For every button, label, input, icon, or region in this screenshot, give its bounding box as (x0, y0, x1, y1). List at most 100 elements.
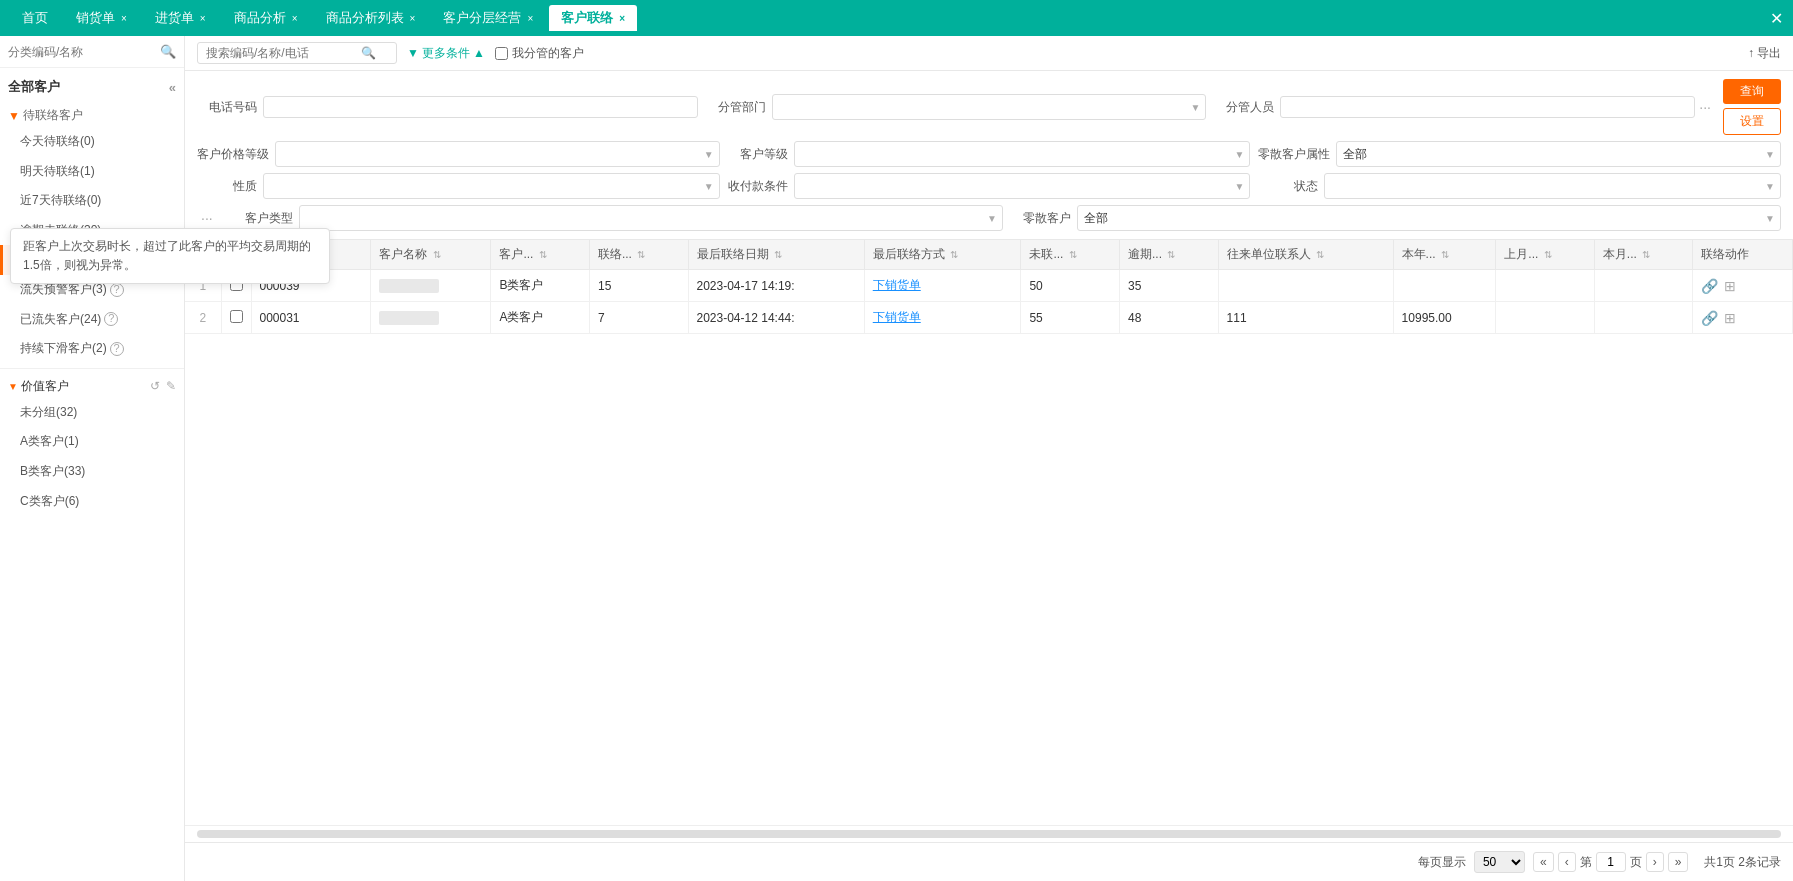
sidebar-search-icon: 🔍 (160, 44, 176, 59)
row-2-link-icon[interactable]: 🔗 (1701, 310, 1718, 326)
col-unit-contact[interactable]: 往来单位联系人 ⇅ (1218, 240, 1393, 270)
filter-manager-more-icon[interactable]: ··· (1695, 99, 1715, 115)
sidebar-item-7days-pending[interactable]: 近7天待联络(0) (0, 186, 184, 216)
row-2-grid-icon[interactable]: ⊞ (1724, 310, 1736, 326)
my-customers-checkbox-area[interactable]: 我分管的客户 (495, 45, 584, 62)
filter-price-select[interactable] (275, 141, 720, 167)
nav-tab-customer-mgmt[interactable]: 客户分层经营 × (431, 5, 545, 31)
row-1-link-icon[interactable]: 🔗 (1701, 278, 1718, 294)
col-this-year[interactable]: 本年... ⇅ (1393, 240, 1496, 270)
sidebar-group-pending-contact[interactable]: ▼ 待联络客户 (0, 102, 184, 127)
export-button[interactable]: ↑ 导出 (1748, 45, 1781, 62)
row-1-contact-method-link[interactable]: 下销货单 (873, 278, 921, 292)
filter-icon: ▼ (407, 46, 419, 60)
col-name[interactable]: 客户名称 ⇅ (371, 240, 491, 270)
nav-tab-analysis-close[interactable]: × (292, 13, 298, 24)
nav-tab-analysis[interactable]: 商品分析 × (222, 5, 310, 31)
sidebar-value-edit-icon[interactable]: ✎ (166, 379, 176, 393)
row-2-contact-method-link[interactable]: 下销货单 (873, 310, 921, 324)
filter-cust-level-select[interactable] (794, 141, 1251, 167)
main-search-icon: 🔍 (361, 46, 376, 60)
row-1-grid-icon[interactable]: ⊞ (1724, 278, 1736, 294)
row-1-unread: 50 (1021, 270, 1120, 302)
per-page-select[interactable]: 50 100 200 (1474, 851, 1525, 873)
my-customers-checkbox[interactable] (495, 47, 508, 60)
row-2-this-month (1594, 302, 1693, 334)
filter-cust-type-select[interactable] (299, 205, 1003, 231)
nav-tab-customer-mgmt-close[interactable]: × (527, 13, 533, 24)
col-last-contact-method[interactable]: 最后联络方式 ⇅ (864, 240, 1021, 270)
query-button[interactable]: 查询 (1723, 79, 1781, 104)
col-type[interactable]: 客户... ⇅ (491, 240, 590, 270)
filter-payment-select[interactable] (794, 173, 1251, 199)
filter-manager-input[interactable] (1280, 96, 1695, 118)
nav-tab-customer-contact-close[interactable]: × (619, 13, 625, 24)
nav-tab-home[interactable]: 首页 (10, 5, 60, 31)
col-overdue[interactable]: 逾期... ⇅ (1119, 240, 1218, 270)
col-last-contact-date[interactable]: 最后联络日期 ⇅ (688, 240, 864, 270)
col-this-month[interactable]: 本月... ⇅ (1594, 240, 1693, 270)
filter-retail-cust-select[interactable]: 全部 (1077, 205, 1781, 231)
filter-row-3: 性质 ▼ 收付款条件 ▼ 状态 (197, 173, 1781, 199)
row-1-last-contact-method[interactable]: 下销货单 (864, 270, 1021, 302)
sidebar-value-refresh-icon[interactable]: ↺ (150, 379, 160, 393)
row-2-last-contact-method[interactable]: 下销货单 (864, 302, 1021, 334)
content-area: 🔍 ▼ 更多条件 ▲ 我分管的客户 ↑ 导出 电话号码 (185, 36, 1793, 881)
more-dots-icon[interactable]: ··· (197, 210, 217, 226)
sidebar-item-tomorrow-pending[interactable]: 明天待联络(1) (0, 157, 184, 187)
sidebar-item-churned[interactable]: 已流失客户(24) ? (0, 305, 184, 335)
data-table-area: ⚙ 客户编码 ⇅ 客户名称 ⇅ (185, 240, 1793, 825)
sidebar-churned-label: 已流失客户(24) (20, 309, 101, 331)
filter-dept-select[interactable] (772, 94, 1207, 120)
sidebar-item-declining[interactable]: 持续下滑客户(2) ? (0, 334, 184, 364)
row-2-type: A类客户 (491, 302, 590, 334)
nav-tab-purchase-label: 进货单 (155, 9, 194, 27)
main-search-input[interactable] (206, 46, 356, 60)
filter-price-select-wrapper: ▼ (275, 141, 720, 167)
filter-phone-input[interactable] (263, 96, 698, 118)
filter-retail-attr-select[interactable]: 全部 (1336, 141, 1781, 167)
settings-button[interactable]: 设置 (1723, 108, 1781, 135)
sidebar-item-class-b[interactable]: B类客户(33) (0, 457, 184, 487)
more-conditions-button[interactable]: ▼ 更多条件 ▲ (407, 45, 485, 62)
filter-cust-level-select-wrapper: ▼ (794, 141, 1251, 167)
row-2-checkbox[interactable] (221, 302, 251, 334)
row-2-select-checkbox[interactable] (230, 310, 243, 323)
nav-tab-analysis-list[interactable]: 商品分析列表 × (314, 5, 428, 31)
current-page-input[interactable] (1596, 852, 1626, 872)
horizontal-scrollbar-area (185, 825, 1793, 842)
nav-tab-sales[interactable]: 销货单 × (64, 5, 139, 31)
main-layout: 🔍 全部客户 « ▼ 待联络客户 今天待联络(0) 明天待联络(1) 近7天待联… (0, 36, 1793, 881)
filter-gender-select[interactable] (263, 173, 720, 199)
row-2-unread: 55 (1021, 302, 1120, 334)
filter-retail-cust-label: 零散客户 (1011, 210, 1071, 227)
nav-tab-purchase[interactable]: 进货单 × (143, 5, 218, 31)
sidebar-item-today-pending[interactable]: 今天待联络(0) (0, 127, 184, 157)
filter-status-select[interactable] (1324, 173, 1781, 199)
col-unread[interactable]: 未联... ⇅ (1021, 240, 1120, 270)
nav-tab-sales-label: 销货单 (76, 9, 115, 27)
sidebar-item-class-a[interactable]: A类客户(1) (0, 427, 184, 457)
sidebar-item-ungrouped[interactable]: 未分组(32) (0, 398, 184, 428)
sidebar-item-class-c[interactable]: C类客户(6) (0, 487, 184, 517)
prev-page-button[interactable]: ‹ (1558, 852, 1576, 872)
nav-tab-purchase-close[interactable]: × (200, 13, 206, 24)
nav-tab-customer-contact[interactable]: 客户联络 × (549, 5, 637, 31)
close-all-tabs-button[interactable]: ✕ (1770, 9, 1783, 28)
col-contact-sort-icon: ⇅ (637, 249, 645, 260)
row-2-action-icons: 🔗 ⊞ (1701, 310, 1784, 326)
last-page-button[interactable]: » (1668, 852, 1689, 872)
sidebar-collapse-icon[interactable]: « (169, 80, 176, 95)
nav-tab-sales-close[interactable]: × (121, 13, 127, 24)
filter-retail-attr-label: 零散客户属性 (1258, 146, 1330, 163)
col-last-month[interactable]: 上月... ⇅ (1496, 240, 1595, 270)
nav-tab-analysis-list-close[interactable]: × (410, 13, 416, 24)
row-1-action-icons: 🔗 ⊞ (1701, 278, 1784, 294)
col-contact[interactable]: 联络... ⇅ (589, 240, 688, 270)
next-page-button[interactable]: › (1646, 852, 1664, 872)
horizontal-scrollbar[interactable] (197, 830, 1781, 838)
sidebar-value-customers-header: ▼ 价值客户 ↺ ✎ (0, 373, 184, 398)
sidebar-content: 全部客户 « ▼ 待联络客户 今天待联络(0) 明天待联络(1) 近7天待联络(… (0, 68, 184, 881)
first-page-button[interactable]: « (1533, 852, 1554, 872)
sidebar-search-input[interactable] (8, 45, 160, 59)
